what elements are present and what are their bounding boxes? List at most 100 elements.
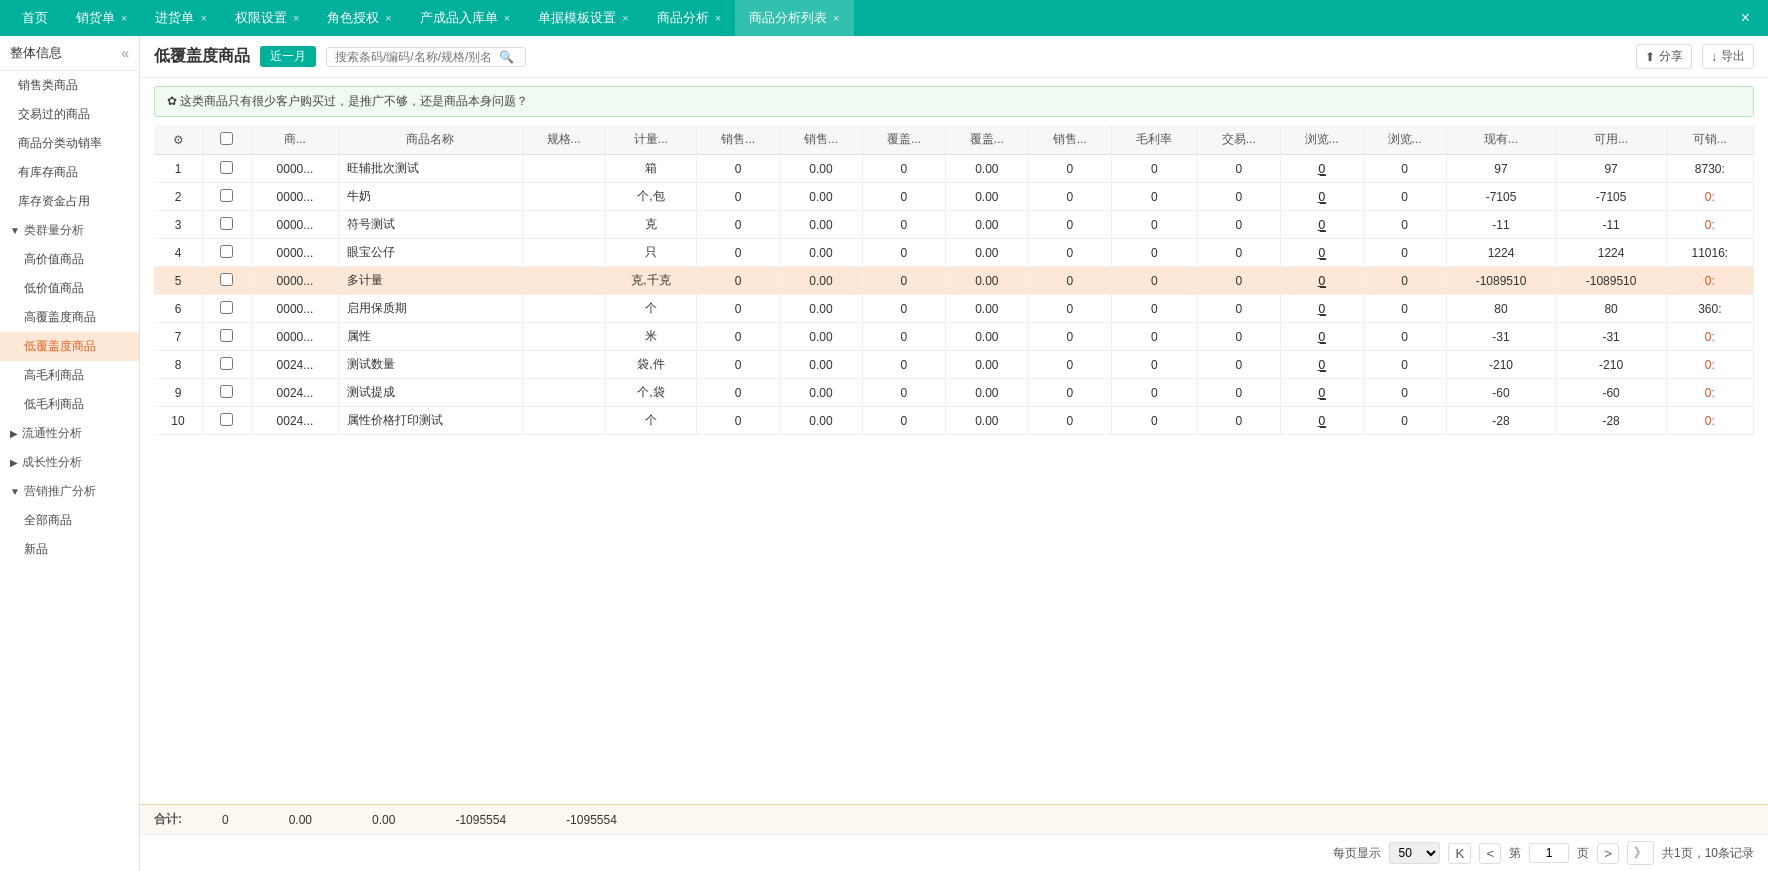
row-stock1: -31 bbox=[1446, 323, 1556, 351]
sidebar-group-category-analysis[interactable]: ▼ 类群量分析 bbox=[0, 216, 139, 245]
row-checkbox[interactable] bbox=[203, 183, 252, 211]
row-unit: 只 bbox=[605, 239, 697, 267]
row-browse1[interactable]: 0̲ bbox=[1280, 239, 1363, 267]
sidebar-item-high-coverage[interactable]: 高覆盖度商品 bbox=[0, 303, 139, 332]
row-gross: 0 bbox=[1111, 183, 1197, 211]
row-trade: 0 bbox=[1197, 211, 1280, 239]
row-checkbox[interactable] bbox=[203, 267, 252, 295]
search-input[interactable] bbox=[335, 50, 495, 64]
col-checkbox[interactable] bbox=[203, 125, 252, 155]
row-checkbox[interactable] bbox=[203, 239, 252, 267]
row-browse1[interactable]: 0̲ bbox=[1280, 379, 1363, 407]
col-settings[interactable]: ⚙ bbox=[154, 125, 203, 155]
row-sales1: 0 bbox=[697, 407, 780, 435]
sidebar-item-high-margin[interactable]: 高毛利商品 bbox=[0, 361, 139, 390]
row-resell: 0: bbox=[1666, 379, 1753, 407]
row-unit: 米 bbox=[605, 323, 697, 351]
first-page-button[interactable]: K bbox=[1448, 843, 1471, 864]
page-number-input[interactable] bbox=[1529, 843, 1569, 863]
row-browse1[interactable]: 0̲ bbox=[1280, 211, 1363, 239]
row-gross: 0 bbox=[1111, 267, 1197, 295]
settings-icon[interactable]: ⚙ bbox=[173, 133, 184, 147]
row-stock2: -28 bbox=[1556, 407, 1666, 435]
nav-close-icon[interactable]: × bbox=[504, 12, 510, 24]
prev-page-button[interactable]: < bbox=[1479, 843, 1501, 864]
nav-close-icon[interactable]: × bbox=[715, 12, 721, 24]
row-code: 0000... bbox=[251, 323, 338, 351]
nav-close-icon[interactable]: × bbox=[622, 12, 628, 24]
nav-close-icon[interactable]: × bbox=[200, 12, 206, 24]
row-unit: 克 bbox=[605, 211, 697, 239]
select-all-checkbox[interactable] bbox=[220, 132, 233, 145]
col-sales2: 销售... bbox=[780, 125, 863, 155]
period-button[interactable]: 近一月 bbox=[260, 46, 316, 67]
sidebar-group-marketing-analysis[interactable]: ▼ 营销推广分析 bbox=[0, 477, 139, 506]
row-checkbox[interactable] bbox=[203, 323, 252, 351]
row-browse1[interactable]: 0̲ bbox=[1280, 267, 1363, 295]
nav-close-icon[interactable]: × bbox=[293, 12, 299, 24]
sidebar-item-sales-products[interactable]: 销售类商品 bbox=[0, 71, 139, 100]
nav-permission-setting[interactable]: 权限设置 × bbox=[221, 0, 313, 36]
footer-cover2: 0.00 bbox=[372, 813, 395, 827]
row-spec bbox=[522, 239, 605, 267]
search-icon[interactable]: 🔍 bbox=[499, 50, 514, 64]
row-num: 7 bbox=[154, 323, 203, 351]
data-table-container[interactable]: ⚙ 商... 商品名称 规格... 计量... 销售... 销售... 覆盖..… bbox=[140, 125, 1768, 804]
sidebar-item-traded-products[interactable]: 交易过的商品 bbox=[0, 100, 139, 129]
nav-close-icon[interactable]: × bbox=[385, 12, 391, 24]
sidebar-group-flow-analysis[interactable]: ▶ 流通性分析 bbox=[0, 419, 139, 448]
row-browse1[interactable]: 0̲ bbox=[1280, 351, 1363, 379]
next-page-button[interactable]: > bbox=[1597, 843, 1619, 864]
row-checkbox[interactable] bbox=[203, 351, 252, 379]
nav-role-auth[interactable]: 角色授权 × bbox=[313, 0, 405, 36]
sidebar-item-in-stock[interactable]: 有库存商品 bbox=[0, 158, 139, 187]
nav-sales-order[interactable]: 销货单 × bbox=[62, 0, 141, 36]
row-sales2: 0.00 bbox=[780, 323, 863, 351]
row-num: 6 bbox=[154, 295, 203, 323]
nav-close-icon[interactable]: × bbox=[121, 12, 127, 24]
sidebar-item-new-products[interactable]: 新品 bbox=[0, 535, 139, 564]
nav-close-icon[interactable]: × bbox=[833, 12, 839, 24]
window-close-button[interactable]: × bbox=[1731, 9, 1760, 27]
page-size-select[interactable]: 50 100 200 bbox=[1389, 842, 1440, 864]
row-checkbox[interactable] bbox=[203, 407, 252, 435]
row-sales3: 0 bbox=[1028, 295, 1111, 323]
nav-home[interactable]: 首页 bbox=[8, 0, 62, 36]
row-browse2: 0 bbox=[1363, 155, 1446, 183]
nav-template-setting[interactable]: 单据模板设置 × bbox=[524, 0, 642, 36]
sidebar-item-stock-fund[interactable]: 库存资金占用 bbox=[0, 187, 139, 216]
export-button[interactable]: ↓ 导出 bbox=[1702, 44, 1754, 69]
nav-purchase-order[interactable]: 进货单 × bbox=[141, 0, 220, 36]
row-browse1[interactable]: 0̲ bbox=[1280, 323, 1363, 351]
row-browse1[interactable]: 0̲ bbox=[1280, 155, 1363, 183]
sidebar-item-category-rate[interactable]: 商品分类动销率 bbox=[0, 129, 139, 158]
sidebar-item-high-value[interactable]: 高价值商品 bbox=[0, 245, 139, 274]
row-checkbox[interactable] bbox=[203, 295, 252, 323]
share-button[interactable]: ⬆ 分享 bbox=[1636, 44, 1692, 69]
row-sales2: 0.00 bbox=[780, 155, 863, 183]
nav-product-analysis-list[interactable]: 商品分析列表 × bbox=[735, 0, 853, 36]
export-icon: ↓ bbox=[1711, 50, 1717, 64]
footer-totals: 合计: 0 0.00 0.00 -1095554 -1095554 bbox=[140, 804, 1768, 834]
row-browse2: 0 bbox=[1363, 351, 1446, 379]
row-name: 多计量 bbox=[339, 267, 523, 295]
sidebar-item-all-products[interactable]: 全部商品 bbox=[0, 506, 139, 535]
row-checkbox[interactable] bbox=[203, 155, 252, 183]
row-browse1[interactable]: 0̲ bbox=[1280, 407, 1363, 435]
row-checkbox[interactable] bbox=[203, 379, 252, 407]
sidebar-item-low-value[interactable]: 低价值商品 bbox=[0, 274, 139, 303]
nav-product-analysis[interactable]: 商品分析 × bbox=[643, 0, 735, 36]
footer-stock2: -1095554 bbox=[566, 813, 617, 827]
row-sales3: 0 bbox=[1028, 155, 1111, 183]
col-unit: 计量... bbox=[605, 125, 697, 155]
sidebar-group-growth-analysis[interactable]: ▶ 成长性分析 bbox=[0, 448, 139, 477]
row-checkbox[interactable] bbox=[203, 211, 252, 239]
row-browse1[interactable]: 0̲ bbox=[1280, 295, 1363, 323]
sidebar-collapse-button[interactable]: « bbox=[121, 45, 129, 61]
sidebar-item-low-margin[interactable]: 低毛利商品 bbox=[0, 390, 139, 419]
row-browse1[interactable]: 0̲ bbox=[1280, 183, 1363, 211]
sidebar-item-low-coverage[interactable]: 低覆盖度商品 bbox=[0, 332, 139, 361]
row-sales3: 0 bbox=[1028, 351, 1111, 379]
nav-product-inbound[interactable]: 产成品入库单 × bbox=[406, 0, 524, 36]
last-page-button[interactable]: 》 bbox=[1627, 841, 1654, 865]
